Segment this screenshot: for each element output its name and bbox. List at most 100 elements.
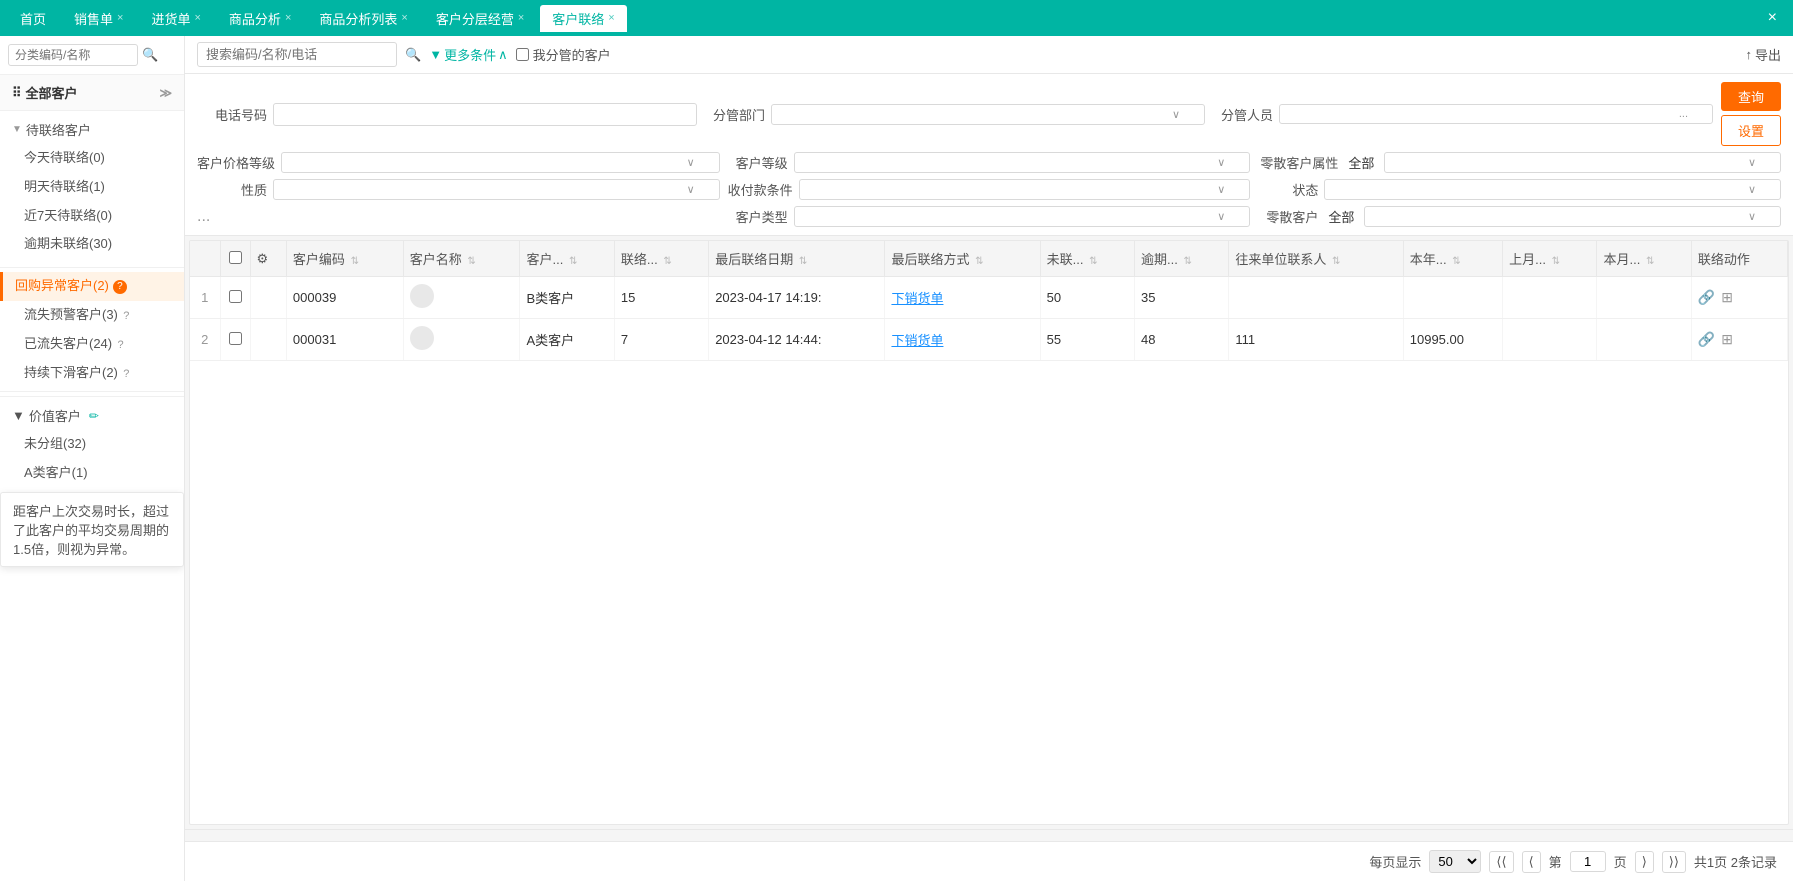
last-contact-method-link2[interactable]: 下销货单 <box>891 333 943 348</box>
th-last-contact-method[interactable]: 最后联络方式 ⇅ <box>885 241 1040 277</box>
sidebar-item-lost-warning[interactable]: 流失预警客户(3) ? <box>0 301 184 330</box>
dots-button[interactable]: ... <box>197 208 210 226</box>
data-table: ⚙ 客户编码 ⇅ 客户名称 ⇅ 客户... ⇅ <box>190 241 1788 361</box>
chevron-down-icon10: ∨ <box>1748 210 1756 223</box>
th-overdue[interactable]: 逾期... ⇅ <box>1135 241 1229 277</box>
th-current-year[interactable]: 本年... ⇅ <box>1403 241 1502 277</box>
search-button[interactable]: 🔍 <box>405 47 421 63</box>
filter-row-1: 电话号码 分管部门 ∨ 分管人员 ... <box>197 82 1781 146</box>
row-2-checkbox[interactable] <box>229 332 242 345</box>
link-icon2[interactable]: 🔗 <box>1698 331 1715 348</box>
nav-tab-sales[interactable]: 销售单 × <box>62 5 135 32</box>
grid-action-icon[interactable]: ⊞ <box>1721 289 1733 306</box>
row-2-current-year: 10995.00 <box>1403 319 1502 361</box>
pending-contact-header[interactable]: ▼ 待联络客户 <box>0 115 184 144</box>
value-customer-header[interactable]: ▼ 价值客户 ✏ <box>0 401 184 430</box>
sidebar-item-repurchase[interactable]: 回购异常客户(2) ? <box>0 272 184 301</box>
nav-tab-product-analysis[interactable]: 商品分析 × <box>217 5 303 32</box>
th-company-contact[interactable]: 往来单位联系人 ⇅ <box>1229 241 1403 277</box>
export-button[interactable]: ↑ 导出 <box>1745 45 1781 64</box>
declining-info[interactable]: ? <box>123 368 129 380</box>
more-conditions-btn[interactable]: ▼ 更多条件 ∧ <box>429 45 507 64</box>
row-2-contact: 7 <box>614 319 708 361</box>
close-icon[interactable]: × <box>285 12 291 24</box>
link-icon[interactable]: 🔗 <box>1698 289 1715 306</box>
last-contact-method-link[interactable]: 下销货单 <box>891 291 943 306</box>
th-contact[interactable]: 联络... ⇅ <box>614 241 708 277</box>
customer-type-select[interactable]: ∨ <box>794 206 1251 227</box>
unclassified-label: 未分组(32) <box>24 436 86 451</box>
action-icons-1: 🔗 ⊞ <box>1698 289 1781 306</box>
row-1-current-year <box>1403 277 1502 319</box>
th-category[interactable]: 客户... ⇅ <box>520 241 614 277</box>
th-code[interactable]: 客户编码 ⇅ <box>286 241 403 277</box>
sidebar-item-unclassified[interactable]: 未分组(32) <box>0 430 184 459</box>
gender-select[interactable]: ∨ <box>273 179 720 200</box>
customer-level-select[interactable]: ∨ <box>794 152 1251 173</box>
close-icon[interactable]: × <box>194 12 200 24</box>
th-not-contacted[interactable]: 未联... ⇅ <box>1040 241 1134 277</box>
manager-select[interactable]: ... <box>1279 104 1713 124</box>
close-icon[interactable]: × <box>117 12 123 24</box>
per-page-label: 每页显示 <box>1369 852 1421 871</box>
close-icon[interactable]: × <box>608 12 614 24</box>
next-page-button[interactable]: ⟩ <box>1635 851 1654 873</box>
page-input[interactable] <box>1570 851 1606 872</box>
search-icon[interactable]: 🔍 <box>142 47 158 63</box>
all-customers-header[interactable]: ⠿ 全部客户 ≫ <box>0 75 184 111</box>
my-customer-checkbox[interactable] <box>516 48 529 61</box>
query-button[interactable]: 查询 <box>1721 82 1781 111</box>
sidebar-item-declining[interactable]: 持续下滑客户(2) ? <box>0 359 184 388</box>
lost-warning-info[interactable]: ? <box>123 310 129 322</box>
nav-tab-customer-tier[interactable]: 客户分层经营 × <box>424 5 536 32</box>
lost-info[interactable]: ? <box>117 339 123 351</box>
collapse-icon[interactable]: ≫ <box>159 86 172 100</box>
filter-customer-type: 客户类型 ∨ <box>728 206 1251 227</box>
sidebar-item-overdue[interactable]: 逾期未联络(30) <box>0 230 184 259</box>
nav-tab-purchase[interactable]: 进货单 × <box>139 5 212 32</box>
sidebar-item-tomorrow[interactable]: 明天待联络(1) <box>0 173 184 202</box>
sidebar-item-a-class[interactable]: A类客户(1) <box>0 459 184 488</box>
prev-page-button[interactable]: ⟨ <box>1522 851 1541 873</box>
first-page-button[interactable]: ⟨⟨ <box>1489 851 1513 873</box>
filter-dept: 分管部门 ∨ <box>705 104 1205 125</box>
status-select[interactable]: ∨ <box>1324 179 1781 200</box>
grid-action-icon2[interactable]: ⊞ <box>1721 331 1733 348</box>
sidebar-item-today[interactable]: 今天待联络(0) <box>0 144 184 173</box>
th-this-month[interactable]: 本月... ⇅ <box>1597 241 1691 277</box>
status-label: 状态 <box>1258 180 1318 199</box>
dept-select[interactable]: ∨ <box>771 104 1205 125</box>
row-1-action: 🔗 ⊞ <box>1691 277 1787 319</box>
sort-icon4: ⇅ <box>663 256 671 267</box>
phone-input[interactable] <box>273 103 697 126</box>
th-last-month[interactable]: 上月... ⇅ <box>1503 241 1597 277</box>
page-size-select[interactable]: 50 100 200 <box>1429 850 1481 873</box>
row-1-checkbox[interactable] <box>229 290 242 303</box>
search-input[interactable] <box>197 42 397 67</box>
edit-icon[interactable]: ✏ <box>89 409 99 423</box>
sidebar-item-7days[interactable]: 近7天待联络(0) <box>0 202 184 231</box>
sidebar-search-input[interactable] <box>8 44 138 66</box>
th-settings[interactable]: ⚙ <box>250 241 286 277</box>
nav-tab-customer-contact[interactable]: 客户联络 × <box>540 5 626 32</box>
pagination-bar: 每页显示 50 100 200 ⟨⟨ ⟨ 第 页 ⟩ ⟩⟩ 共1页 2条记录 <box>185 841 1793 881</box>
sort-icon: ⇅ <box>351 256 359 267</box>
value-customer-label: 价值客户 <box>29 406 81 425</box>
nav-tab-product-list[interactable]: 商品分析列表 × <box>307 5 419 32</box>
nav-tab-home[interactable]: 首页 <box>8 5 58 32</box>
price-level-select[interactable]: ∨ <box>281 152 720 173</box>
settings-button[interactable]: 设置 <box>1721 115 1781 146</box>
close-icon[interactable]: × <box>518 12 524 24</box>
last-page-button[interactable]: ⟩⟩ <box>1662 851 1686 873</box>
retail-attr-select[interactable]: ∨ <box>1384 152 1781 173</box>
th-name[interactable]: 客户名称 ⇅ <box>403 241 520 277</box>
info-icon[interactable]: ? <box>113 280 127 294</box>
select-all-checkbox[interactable] <box>229 251 242 264</box>
window-close-button[interactable]: × <box>1760 9 1785 27</box>
retail-customer-select[interactable]: ∨ <box>1364 206 1781 227</box>
th-last-contact-date[interactable]: 最后联络日期 ⇅ <box>709 241 885 277</box>
horizontal-scrollbar[interactable] <box>185 829 1793 841</box>
sidebar-item-lost[interactable]: 已流失客户(24) ? <box>0 330 184 359</box>
payment-select[interactable]: ∨ <box>799 179 1251 200</box>
close-icon[interactable]: × <box>401 12 407 24</box>
